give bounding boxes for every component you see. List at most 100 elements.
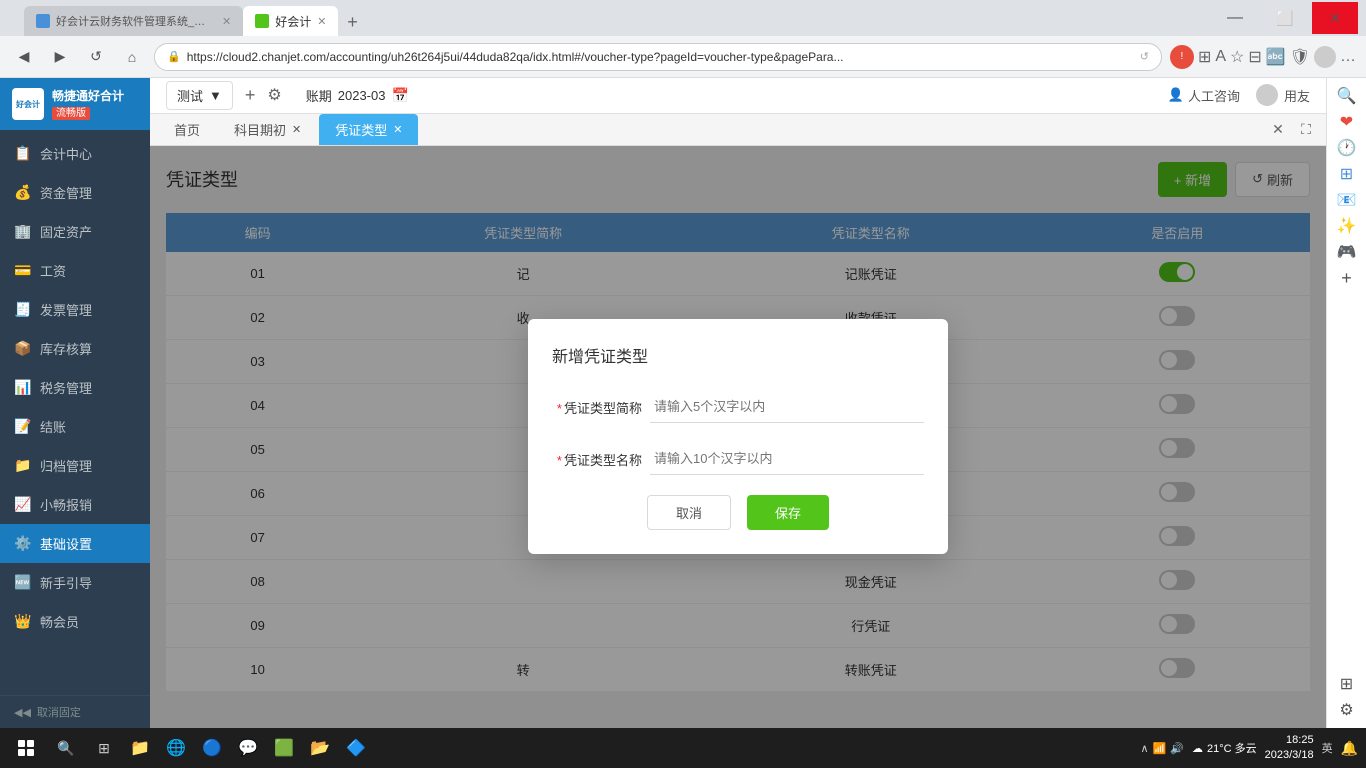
logo-badge: 流畅版 (52, 107, 90, 120)
sidebar-footer[interactable]: ◀◀ 取消固定 (0, 695, 150, 728)
taskbar-edge[interactable]: 🌐 (160, 732, 192, 764)
notification-icon[interactable]: 🔔 (1341, 740, 1358, 757)
split-icon[interactable]: ⊟ (1248, 47, 1261, 67)
tab-voucher-type-close[interactable]: ✕ (393, 123, 402, 136)
appstore-icon: 🟩 (274, 738, 294, 758)
taskbar-task-view[interactable]: ⊞ (88, 732, 120, 764)
star-icon[interactable]: ☆ (1230, 47, 1244, 67)
tab2-favicon (255, 14, 269, 28)
tab-minimize-icon[interactable]: ✕ (1266, 117, 1290, 141)
logo-text-area: 畅捷通好合计 流畅版 (52, 89, 124, 120)
history-icon[interactable]: 🕐 (1337, 138, 1357, 158)
font-icon[interactable]: A (1215, 48, 1226, 66)
sidebar-item-member[interactable]: 👑 畅会员 (0, 602, 150, 641)
tab-subject-label: 科目期初 (234, 120, 286, 139)
profile-icon[interactable] (1314, 46, 1336, 68)
address-input-container[interactable]: 🔒 https://cloud2.chanjet.com/accounting/… (154, 43, 1162, 71)
user-info[interactable]: 用友 (1256, 84, 1310, 106)
workspace-name: 测试 (177, 86, 203, 105)
tab-actions: ✕ ⛶ (1266, 117, 1318, 141)
sidebar-item-invoice[interactable]: 🧾 发票管理 (0, 290, 150, 329)
volume-icon[interactable]: 🔊 (1170, 742, 1184, 755)
nav-forward-btn[interactable]: ▶ (46, 43, 74, 71)
short-label: *凭证类型简称 (552, 398, 642, 417)
address-bar: ◀ ▶ ↺ ⌂ 🔒 https://cloud2.chanjet.com/acc… (0, 36, 1366, 78)
game-icon[interactable]: 🎮 (1337, 242, 1357, 262)
taskbar-explorer[interactable]: 📁 (124, 732, 156, 764)
sidebar: 好会计 畅捷通好合计 流畅版 📋 会计中心 💰 资金管理 🏢 固定资产 💳 工资 (0, 78, 150, 728)
shield-icon[interactable]: 🛡 (1290, 47, 1310, 67)
favorites-icon[interactable]: ❤ (1340, 112, 1353, 132)
search-icon-right[interactable]: 🔍 (1337, 86, 1357, 106)
taskbar-appstore[interactable]: 🟩 (268, 732, 300, 764)
tab1-close[interactable]: ✕ (222, 15, 231, 28)
taskbar-wechat[interactable]: 💬 (232, 732, 264, 764)
settings-icon: ⚙️ (14, 535, 32, 552)
add-workspace-icon[interactable]: + (245, 85, 256, 106)
extension-1[interactable]: ! (1170, 45, 1194, 69)
period-value: 2023-03 (338, 88, 386, 103)
sidebar-item-archive[interactable]: 📁 归档管理 (0, 446, 150, 485)
taskbar-edge2[interactable]: 🔷 (340, 732, 372, 764)
sidebar-label-settle: 结账 (40, 417, 66, 436)
win-minimize-btn[interactable]: — (1212, 2, 1258, 34)
sidebar-item-finance[interactable]: 💰 资金管理 (0, 173, 150, 212)
tab-subject-close[interactable]: ✕ (292, 123, 301, 136)
chevron-up-icon[interactable]: ∧ (1141, 742, 1149, 755)
customize-icon[interactable]: ⊞ (1340, 674, 1353, 694)
page-tabs-bar: 首页 科目期初 ✕ 凭证类型 ✕ ✕ ⛶ (150, 114, 1326, 146)
browser-tab-2[interactable]: 好会计 ✕ (243, 6, 338, 36)
cancel-btn[interactable]: 取消 (647, 495, 731, 530)
lang-indicator[interactable]: 英 (1322, 740, 1333, 756)
sidebar-item-settle[interactable]: 📝 结账 (0, 407, 150, 446)
period-label: 账期 (306, 86, 332, 105)
headphone-icon: 👤 (1168, 87, 1184, 103)
sidebar-item-assets[interactable]: 🏢 固定资产 (0, 212, 150, 251)
win-close-btn[interactable]: ✕ (1312, 2, 1358, 34)
translate-icon[interactable]: 🔤 (1266, 47, 1286, 67)
taskbar-folder[interactable]: 📂 (304, 732, 336, 764)
workspace-select[interactable]: 测试 ▼ (166, 81, 233, 110)
taskbar-chrome[interactable]: 🔵 (196, 732, 228, 764)
nav-back-btn[interactable]: ◀ (10, 43, 38, 71)
collections-icon[interactable]: ⊞ (1340, 164, 1353, 184)
nav-home-btn[interactable]: ⌂ (118, 43, 146, 71)
short-input[interactable] (650, 391, 924, 423)
calendar-icon[interactable]: 📅 (391, 87, 408, 104)
sidebar-item-salary[interactable]: 💳 工资 (0, 251, 150, 290)
settings-gear-icon[interactable]: ⚙ (267, 85, 281, 105)
more-icon[interactable]: … (1340, 48, 1356, 66)
add-sidebar-icon[interactable]: + (1341, 268, 1352, 289)
tab-voucher-type[interactable]: 凭证类型 ✕ (319, 114, 418, 145)
browser-tab-1[interactable]: 好会计云财务软件管理系统_会计 ✕ (24, 6, 243, 36)
sidebar-item-inventory[interactable]: 📦 库存核算 (0, 329, 150, 368)
modal-title: 新增凭证类型 (552, 343, 924, 367)
network-icon[interactable]: 📶 (1153, 742, 1167, 755)
taskbar-search[interactable]: 🔍 (48, 732, 84, 764)
win-maximize-btn[interactable]: ⬜ (1262, 2, 1308, 34)
sidebar-item-settings[interactable]: ⚙️ 基础设置 (0, 524, 150, 563)
save-btn[interactable]: 保存 (747, 495, 829, 530)
tab-expand-icon[interactable]: ⛶ (1294, 117, 1318, 141)
archive-icon: 📁 (14, 457, 32, 474)
nav-refresh-btn[interactable]: ↺ (82, 43, 110, 71)
sidebar-item-guide[interactable]: 🆕 新手引导 (0, 563, 150, 602)
consult-btn[interactable]: 👤 人工咨询 (1168, 86, 1240, 105)
taskbar-weather[interactable]: ☁ 21°C 多云 (1192, 740, 1257, 756)
required-star-2: * (557, 453, 562, 468)
new-tab-btn[interactable]: + (338, 8, 366, 36)
bookmark-icon[interactable]: ⊞ (1198, 47, 1211, 67)
settings-sidebar-icon[interactable]: ⚙ (1339, 700, 1353, 720)
tab-home[interactable]: 首页 (158, 114, 216, 145)
name-input[interactable] (650, 443, 924, 475)
outlook-icon[interactable]: 📧 (1337, 190, 1357, 210)
sidebar-item-tax[interactable]: 📊 税务管理 (0, 368, 150, 407)
tab-subject[interactable]: 科目期初 ✕ (218, 114, 317, 145)
tab2-close[interactable]: ✕ (317, 15, 326, 28)
start-btn[interactable] (8, 730, 44, 766)
sidebar-label-tax: 税务管理 (40, 378, 92, 397)
sidebar-item-dashboard[interactable]: 📋 会计中心 (0, 134, 150, 173)
copilot-icon[interactable]: ✨ (1337, 216, 1357, 236)
taskbar-time[interactable]: 18:25 2023/3/18 (1265, 733, 1314, 764)
sidebar-item-report[interactable]: 📈 小畅报销 (0, 485, 150, 524)
